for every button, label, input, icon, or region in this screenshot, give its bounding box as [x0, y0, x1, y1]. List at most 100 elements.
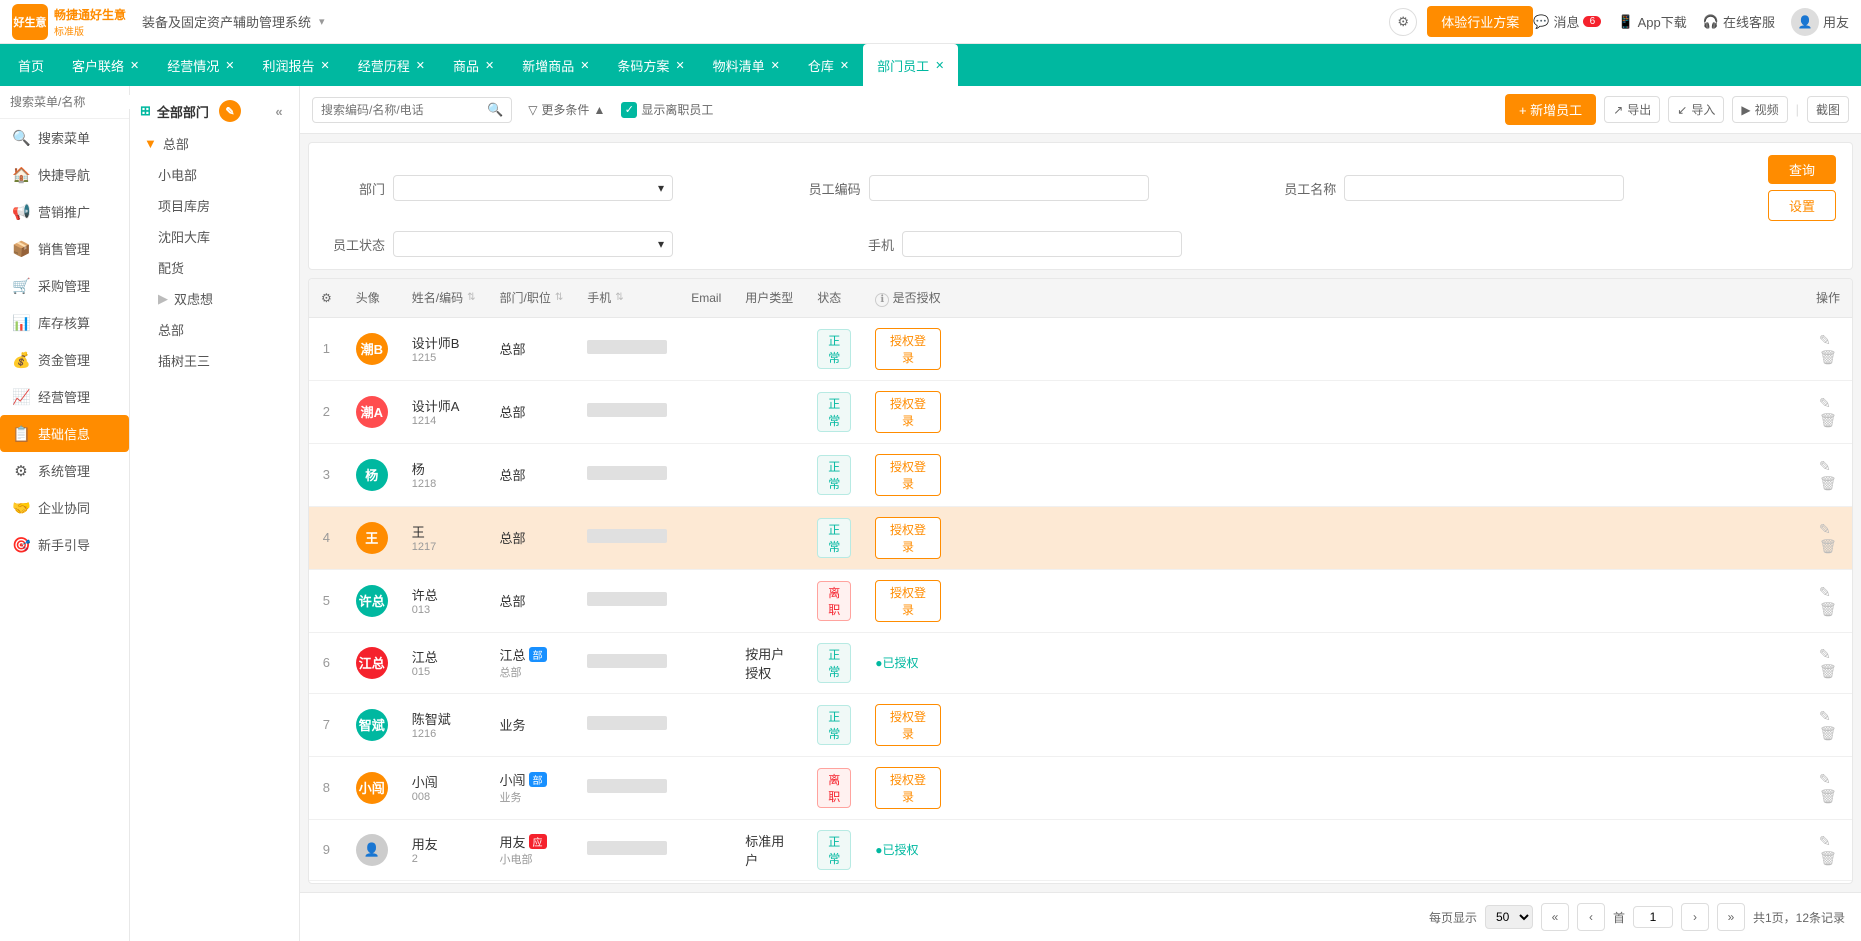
tab-warehouse[interactable]: 仓库 ✕	[794, 44, 863, 86]
tab-bom[interactable]: 物料清单 ✕	[699, 44, 794, 86]
prev-page-button[interactable]: ‹	[1577, 903, 1605, 931]
close-icon[interactable]: ✕	[840, 59, 849, 72]
sidebar-item-guide[interactable]: 🎯 新手引导	[0, 526, 129, 563]
sidebar-item-finance[interactable]: 💰 资金管理	[0, 341, 129, 378]
screenshot-button[interactable]: 截图	[1807, 96, 1849, 123]
delete-icon[interactable]: 🗑	[1819, 788, 1837, 804]
th-settings[interactable]: ⚙	[309, 279, 344, 317]
sidebar-item-system[interactable]: ⚙ 系统管理	[0, 452, 129, 489]
tab-add-goods[interactable]: 新增商品 ✕	[508, 44, 603, 86]
dept-filter-select[interactable]: ▾	[393, 175, 673, 201]
th-phone[interactable]: 手机⇅	[575, 279, 679, 317]
export-button[interactable]: ↗ 导出	[1604, 96, 1660, 123]
emp-status-select[interactable]: ▾	[393, 231, 673, 257]
edit-icon[interactable]: ✎	[1819, 708, 1831, 724]
delete-icon[interactable]: 🗑	[1819, 475, 1837, 491]
close-icon[interactable]: ✕	[416, 59, 425, 72]
tab-goods[interactable]: 商品 ✕	[439, 44, 508, 86]
sidebar-item-search[interactable]: 🔍 搜索菜单	[0, 119, 129, 156]
dept-item-zongbu-root[interactable]: ▼ 总部	[130, 128, 299, 159]
view-button[interactable]: ▶ 视频	[1732, 96, 1787, 123]
close-icon[interactable]: ✕	[321, 59, 330, 72]
add-employee-button[interactable]: + 新增员工	[1505, 94, 1596, 125]
set-button[interactable]: 设置	[1768, 190, 1836, 221]
page-input[interactable]	[1633, 906, 1673, 928]
edit-icon[interactable]: ✎	[1819, 521, 1831, 537]
auth-button[interactable]: 授权登录	[875, 328, 940, 370]
sidebar-item-collab[interactable]: 🤝 企业协同	[0, 489, 129, 526]
dept-item-chashuwang[interactable]: 插树王三	[130, 345, 299, 376]
user-area[interactable]: 👤 用友	[1791, 8, 1849, 36]
edit-icon[interactable]: ✎	[1819, 458, 1831, 474]
online-service-button[interactable]: 🎧 在线客服	[1703, 12, 1775, 31]
dept-collapse-button[interactable]: «	[269, 101, 289, 121]
delete-icon[interactable]: 🗑	[1819, 349, 1837, 365]
auth-button[interactable]: 授权登录	[875, 767, 940, 809]
more-filter-button[interactable]: ▽ 更多条件 ▲	[520, 97, 613, 122]
show-resign-toggle[interactable]: ✓ 显示离职员工	[621, 101, 713, 118]
import-button[interactable]: ↙ 导入	[1668, 96, 1724, 123]
dept-item-peihuo[interactable]: 配货	[130, 252, 299, 283]
dept-edit-button[interactable]: ✎	[219, 100, 241, 122]
edit-icon[interactable]: ✎	[1819, 332, 1831, 348]
delete-icon[interactable]: 🗑	[1819, 538, 1837, 554]
auth-button[interactable]: 授权登录	[875, 580, 940, 622]
tab-home[interactable]: 首页	[4, 44, 58, 86]
emp-name-input[interactable]	[1344, 175, 1624, 201]
settings-button[interactable]: ⚙	[1389, 8, 1417, 36]
dept-item-zongbu[interactable]: 总部	[130, 314, 299, 345]
close-icon[interactable]: ✕	[130, 59, 139, 72]
delete-icon[interactable]: 🗑	[1819, 412, 1837, 428]
tab-history[interactable]: 经营历程 ✕	[344, 44, 439, 86]
tab-barcode[interactable]: 条码方案 ✕	[603, 44, 698, 86]
sidebar-item-inventory[interactable]: 📊 库存核算	[0, 304, 129, 341]
edit-icon[interactable]: ✎	[1819, 584, 1831, 600]
edit-icon[interactable]: ✎	[1819, 646, 1831, 662]
phone-input[interactable]	[902, 231, 1182, 257]
sidebar-item-sales[interactable]: 📦 销售管理	[0, 230, 129, 267]
emp-code-input[interactable]	[869, 175, 1149, 201]
dept-item-xiaodiandept[interactable]: 小电部	[130, 159, 299, 190]
tab-customer[interactable]: 客户联络 ✕	[58, 44, 153, 86]
auth-button[interactable]: 授权登录	[875, 454, 940, 496]
app-download-button[interactable]: 📱 App下载	[1617, 12, 1686, 31]
sidebar-item-basic[interactable]: 📋 基础信息	[0, 415, 129, 452]
close-icon[interactable]: ✕	[580, 59, 589, 72]
message-button[interactable]: 💬 消息 6	[1533, 12, 1601, 31]
close-icon[interactable]: ✕	[485, 59, 494, 72]
last-page-button[interactable]: »	[1717, 903, 1745, 931]
close-icon[interactable]: ✕	[935, 59, 944, 72]
sidebar-item-management[interactable]: 📈 经营管理	[0, 378, 129, 415]
next-page-button[interactable]: ›	[1681, 903, 1709, 931]
sidebar-item-marketing[interactable]: 📢 营销推广	[0, 193, 129, 230]
close-icon[interactable]: ✕	[225, 59, 234, 72]
tab-dept-employee[interactable]: 部门员工 ✕	[863, 44, 958, 86]
edit-icon[interactable]: ✎	[1819, 833, 1831, 849]
auth-button[interactable]: 授权登录	[875, 517, 940, 559]
dept-item-projectroom[interactable]: 项目库房	[130, 190, 299, 221]
auth-button[interactable]: 授权登录	[875, 704, 940, 746]
tab-operation[interactable]: 经营情况 ✕	[153, 44, 248, 86]
delete-icon[interactable]: 🗑	[1819, 850, 1837, 866]
sidebar-item-nav[interactable]: 🏠 快捷导航	[0, 156, 129, 193]
query-button[interactable]: 查询	[1768, 155, 1836, 184]
edit-icon[interactable]: ✎	[1819, 771, 1831, 787]
th-name[interactable]: 姓名/编码⇅	[400, 279, 488, 317]
edit-icon[interactable]: ✎	[1819, 395, 1831, 411]
close-icon[interactable]: ✕	[675, 59, 684, 72]
first-page-button[interactable]: «	[1541, 903, 1569, 931]
auth-button[interactable]: 授权登录	[875, 391, 940, 433]
trial-button[interactable]: 体验行业方案	[1427, 6, 1533, 37]
delete-icon[interactable]: 🗑	[1819, 601, 1837, 617]
delete-icon[interactable]: 🗑	[1819, 725, 1837, 741]
sidebar-item-purchase[interactable]: 🛒 采购管理	[0, 267, 129, 304]
dept-item-shuangluxiang[interactable]: ▶ 双虑想	[130, 283, 299, 314]
per-page-select[interactable]: 50	[1485, 905, 1533, 929]
employee-search-input[interactable]	[321, 103, 481, 117]
info-icon[interactable]: ℹ	[875, 293, 889, 307]
dropdown-arrow-icon[interactable]: ▾	[319, 15, 325, 28]
delete-icon[interactable]: 🗑	[1819, 663, 1837, 679]
tab-profit[interactable]: 利润报告 ✕	[248, 44, 343, 86]
close-icon[interactable]: ✕	[771, 59, 780, 72]
dept-item-shenyang[interactable]: 沈阳大库	[130, 221, 299, 252]
